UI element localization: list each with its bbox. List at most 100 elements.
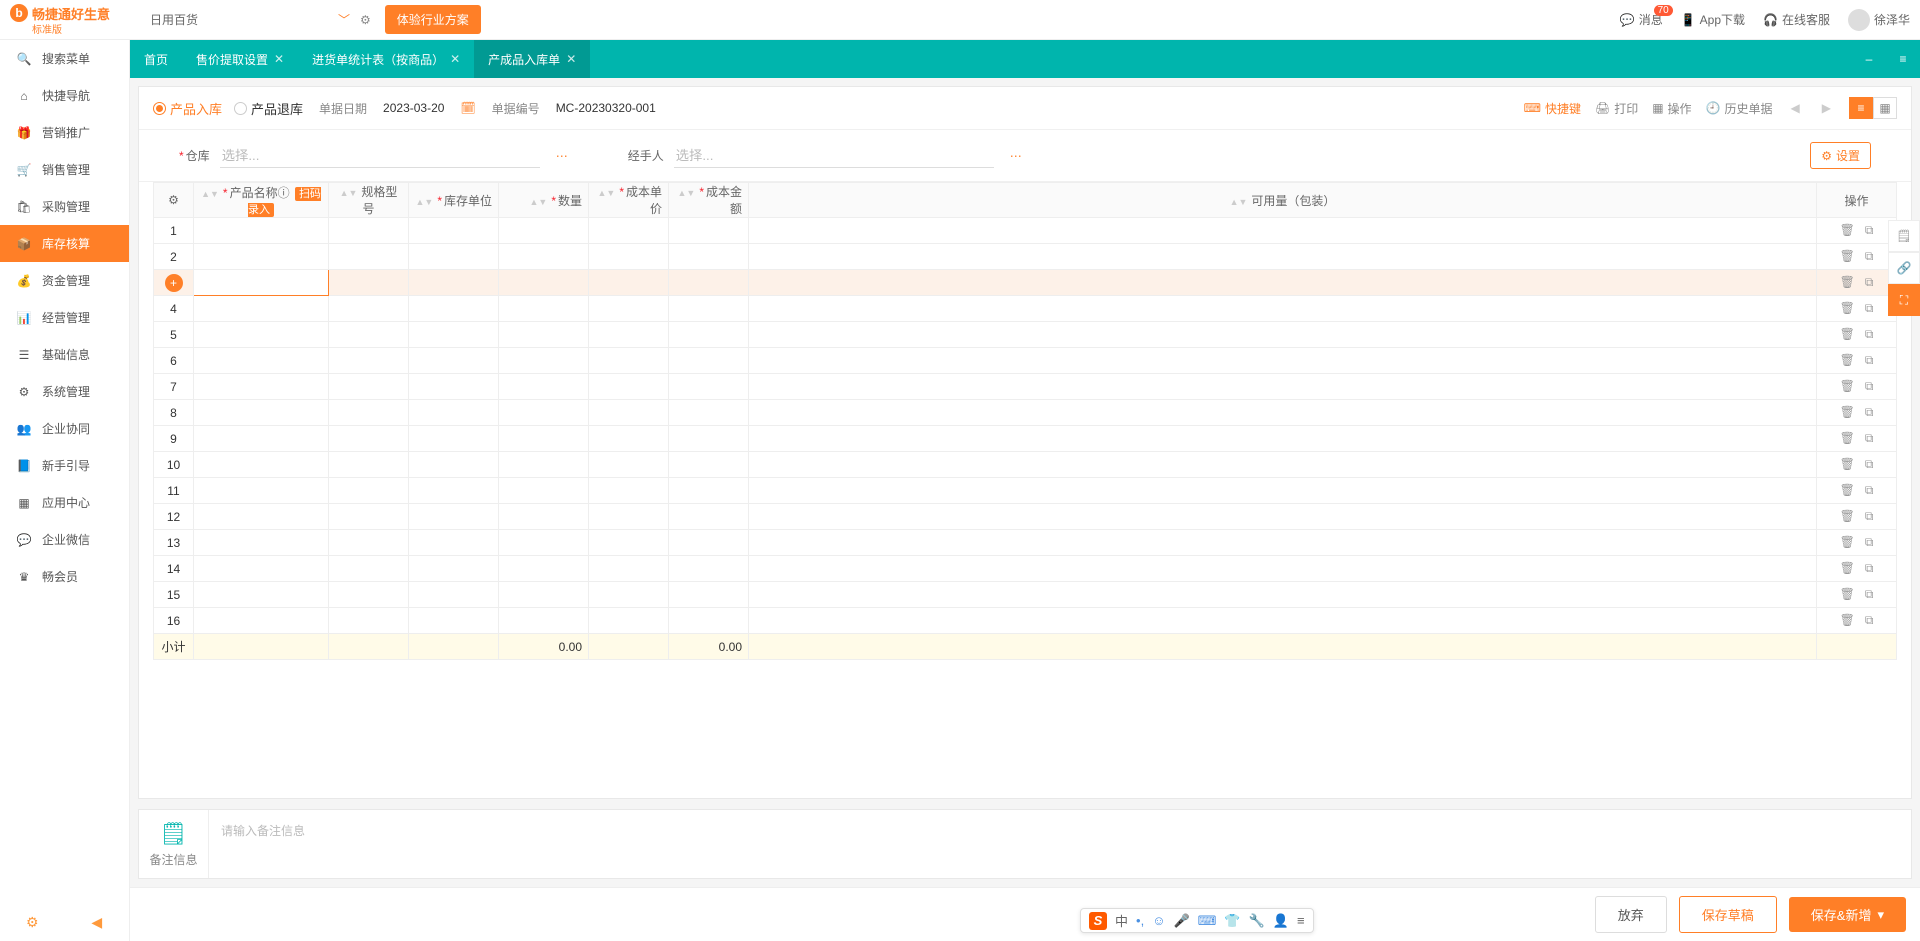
tab-product-in[interactable]: 产成品入库单✕: [474, 40, 590, 78]
online-service-button[interactable]: 🎧 在线客服: [1763, 11, 1830, 28]
table-row[interactable]: 6🗑⧉: [154, 348, 1897, 374]
copy-row-button[interactable]: ⧉: [1865, 561, 1874, 576]
close-icon[interactable]: ✕: [274, 52, 284, 66]
trial-button[interactable]: 体验行业方案: [385, 5, 481, 34]
float-link-button[interactable]: 🔗: [1888, 252, 1920, 284]
copy-row-button[interactable]: ⧉: [1865, 509, 1874, 524]
copy-row-button[interactable]: ⧉: [1865, 405, 1874, 420]
sidebar-settings-button[interactable]: ⚙: [0, 904, 65, 941]
save-draft-button[interactable]: 保存草稿: [1679, 896, 1777, 933]
table-row[interactable]: 10🗑⧉: [154, 452, 1897, 478]
handler-input[interactable]: [674, 144, 994, 168]
table-row[interactable]: 5🗑⧉: [154, 322, 1897, 348]
float-expand-button[interactable]: ⛶: [1888, 284, 1920, 316]
product-name-cell[interactable]: [194, 426, 329, 452]
product-name-cell[interactable]: [194, 374, 329, 400]
table-row[interactable]: 13🗑⧉: [154, 530, 1897, 556]
product-name-cell[interactable]: [194, 530, 329, 556]
tab-home[interactable]: 首页: [130, 40, 182, 78]
ime-voice-icon[interactable]: 🎤: [1173, 913, 1189, 929]
sidebar-item-purchase[interactable]: 🛍采购管理: [0, 188, 129, 225]
shop-selector[interactable]: 日用百货 ﹀: [150, 11, 350, 28]
sidebar-item-quicknav[interactable]: ⌂快捷导航: [0, 77, 129, 114]
help-icon[interactable]: ⓘ: [278, 186, 290, 200]
table-row[interactable]: 8🗑⧉: [154, 400, 1897, 426]
sidebar-item-basedata[interactable]: ☰基础信息: [0, 336, 129, 373]
sidebar-item-member[interactable]: ♛畅会员: [0, 558, 129, 595]
table-row[interactable]: 1🗑⧉: [154, 218, 1897, 244]
delete-row-button[interactable]: 🗑: [1840, 301, 1855, 316]
sidebar-item-wechat[interactable]: 💬企业微信: [0, 521, 129, 558]
table-row[interactable]: 9🗑⧉: [154, 426, 1897, 452]
product-name-cell[interactable]: [194, 452, 329, 478]
discard-button[interactable]: 放弃: [1595, 896, 1667, 933]
product-name-cell[interactable]: [194, 582, 329, 608]
col-qty-header[interactable]: ▲▼*数量: [499, 183, 589, 218]
col-price-header[interactable]: ▲▼*成本单价: [589, 183, 669, 218]
radio-product-in[interactable]: 产品入库: [153, 99, 222, 118]
product-name-cell[interactable]: [194, 608, 329, 634]
doc-date-value[interactable]: 2023-03-20: [383, 101, 444, 115]
user-menu[interactable]: 徐泽华: [1848, 9, 1910, 31]
delete-row-button[interactable]: 🗑: [1840, 353, 1855, 368]
product-name-cell[interactable]: [194, 400, 329, 426]
copy-row-button[interactable]: ⧉: [1865, 249, 1874, 264]
product-name-cell[interactable]: [194, 322, 329, 348]
ime-toolbar[interactable]: S 中 •, ☺ 🎤 ⌨ 👕 🔧 👤 ≡: [1080, 908, 1314, 933]
sidebar-item-sales[interactable]: 🛒销售管理: [0, 151, 129, 188]
more-icon[interactable]: ⋯: [556, 149, 568, 163]
calendar-icon[interactable]: 🗓: [460, 101, 475, 115]
print-button[interactable]: 🖨打印: [1595, 100, 1638, 117]
col-name-header[interactable]: ▲▼*产品名称ⓘ 扫码录入: [194, 183, 329, 218]
ime-user-icon[interactable]: 👤: [1273, 913, 1289, 929]
ime-skin-icon[interactable]: 👕: [1224, 913, 1240, 929]
table-row[interactable]: 7🗑⧉: [154, 374, 1897, 400]
messages-button[interactable]: 💬 消息 70: [1620, 11, 1663, 28]
sidebar-item-search[interactable]: 🔍搜索菜单: [0, 40, 129, 77]
table-row[interactable]: 12🗑⧉: [154, 504, 1897, 530]
product-name-cell[interactable]: [194, 348, 329, 374]
product-name-cell[interactable]: [194, 296, 329, 322]
ime-emoji-icon[interactable]: ☺: [1152, 913, 1165, 928]
delete-row-button[interactable]: 🗑: [1840, 275, 1855, 290]
radio-product-out[interactable]: 产品退库: [234, 99, 303, 118]
ime-menu-icon[interactable]: ≡: [1297, 913, 1305, 928]
delete-row-button[interactable]: 🗑: [1840, 509, 1855, 524]
sidebar-item-marketing[interactable]: 🎁营销推广: [0, 114, 129, 151]
copy-row-button[interactable]: ⧉: [1865, 301, 1874, 316]
copy-row-button[interactable]: ⧉: [1865, 431, 1874, 446]
copy-row-button[interactable]: ⧉: [1865, 223, 1874, 238]
sidebar-item-system[interactable]: ⚙系统管理: [0, 373, 129, 410]
ime-lang[interactable]: 中: [1115, 911, 1128, 930]
delete-row-button[interactable]: 🗑: [1840, 223, 1855, 238]
copy-row-button[interactable]: ⧉: [1865, 457, 1874, 472]
save-new-button[interactable]: 保存&新增▾: [1789, 897, 1906, 932]
delete-row-button[interactable]: 🗑: [1840, 327, 1855, 342]
ime-keyboard-icon[interactable]: ⌨: [1198, 913, 1217, 929]
table-row[interactable]: 14🗑⧉: [154, 556, 1897, 582]
tab-price-setting[interactable]: 售价提取设置✕: [182, 40, 298, 78]
history-button[interactable]: 🕘历史单据: [1706, 100, 1773, 117]
shortcut-button[interactable]: ⌨快捷键: [1524, 100, 1581, 117]
delete-row-button[interactable]: 🗑: [1840, 405, 1855, 420]
product-name-cell[interactable]: [194, 556, 329, 582]
app-download-button[interactable]: 📱 App下载: [1681, 11, 1745, 28]
sidebar-item-inventory[interactable]: 📦库存核算: [0, 225, 129, 262]
add-row-button[interactable]: +: [165, 274, 183, 292]
delete-row-button[interactable]: 🗑: [1840, 535, 1855, 550]
more-icon[interactable]: ⋯: [1010, 149, 1022, 163]
copy-row-button[interactable]: ⧉: [1865, 327, 1874, 342]
tabs-minimize-button[interactable]: –: [1852, 52, 1886, 66]
copy-row-button[interactable]: ⧉: [1865, 587, 1874, 602]
delete-row-button[interactable]: 🗑: [1840, 379, 1855, 394]
table-row[interactable]: 16🗑⧉: [154, 608, 1897, 634]
col-spec-header[interactable]: ▲▼规格型号: [329, 183, 409, 218]
copy-row-button[interactable]: ⧉: [1865, 379, 1874, 394]
product-name-cell[interactable]: [194, 504, 329, 530]
sidebar-collapse-button[interactable]: ◀: [65, 904, 130, 941]
tabs-menu-button[interactable]: ≡: [1886, 52, 1920, 66]
copy-row-button[interactable]: ⧉: [1865, 613, 1874, 628]
tab-purchase-report[interactable]: 进货单统计表（按商品）✕: [298, 40, 474, 78]
copy-row-button[interactable]: ⧉: [1865, 535, 1874, 550]
col-settings-header[interactable]: ⚙: [154, 183, 194, 218]
